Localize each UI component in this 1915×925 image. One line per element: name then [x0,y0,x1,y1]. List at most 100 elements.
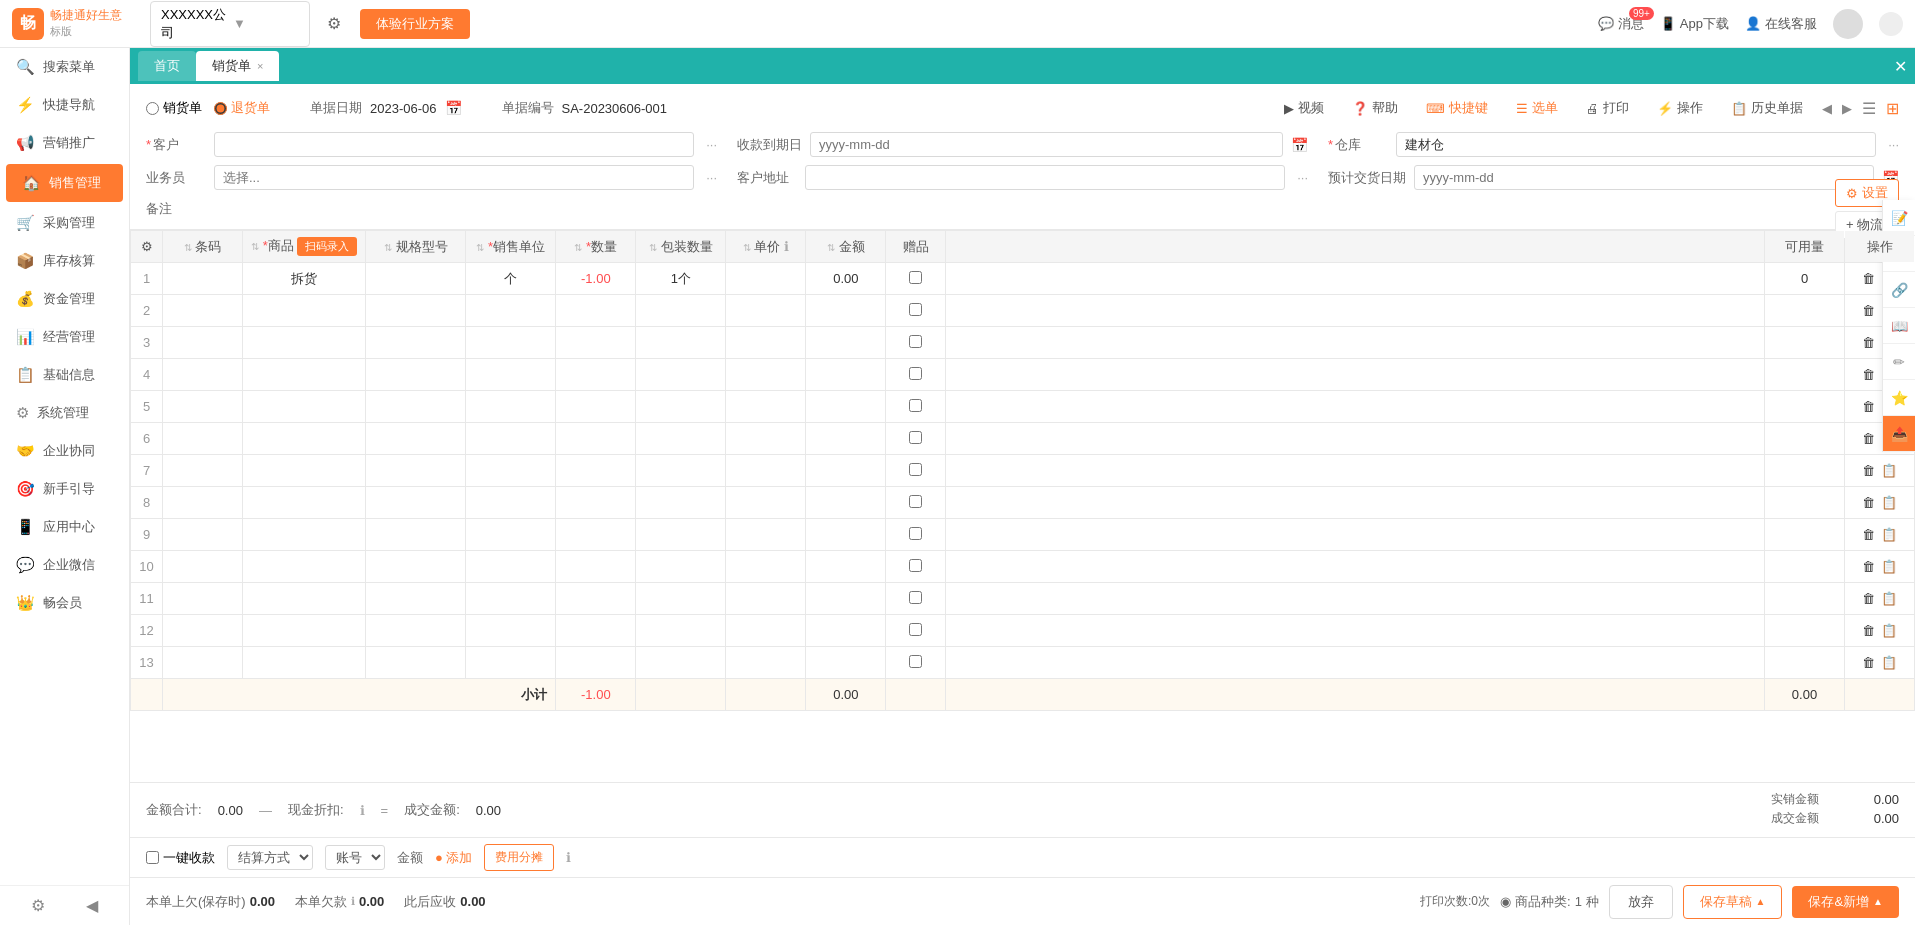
expense-split-btn[interactable]: 费用分摊 [484,844,554,871]
grid-view-icon[interactable]: ⊞ [1886,99,1899,118]
radio-return[interactable]: 退货单 [214,99,270,117]
row-spec[interactable] [366,263,466,295]
radio-sales-input[interactable] [146,102,159,115]
sidebar-item-enterprise[interactable]: 🤝 企业协同 [0,432,129,470]
due-date-input[interactable] [810,132,1283,157]
copy-icon[interactable]: 📋 [1881,623,1897,638]
help-btn[interactable]: ❓ 帮助 [1343,94,1407,122]
delete-icon[interactable]: 🗑 [1862,591,1875,606]
row-gift[interactable] [886,263,946,295]
copy-icon[interactable]: 📋 [1881,655,1897,670]
expected-date-input[interactable] [1414,165,1874,190]
delete-icon[interactable]: 🗑 [1862,559,1875,574]
gift-checkbox[interactable] [909,367,922,380]
rp-book-icon[interactable]: 📖 [1883,308,1915,344]
customer-addr-input[interactable] [805,165,1285,190]
row-amount[interactable]: 0.00 [806,263,886,295]
sidebar-item-quick-nav[interactable]: ⚡ 快捷导航 [0,86,129,124]
tabs-close-icon[interactable]: ✕ [1894,57,1907,76]
radio-return-input[interactable] [214,102,227,115]
delete-icon[interactable]: 🗑 [1862,527,1875,542]
sidebar-search[interactable]: 🔍 搜索菜单 [0,48,129,86]
company-selector[interactable]: XXXXXX公司 ▼ [150,1,310,47]
sidebar-item-purchase[interactable]: 🛒 采购管理 [0,204,129,242]
customer-dots[interactable]: ··· [706,137,717,152]
video-btn[interactable]: ▶ 视频 [1275,94,1333,122]
rp-edit-icon[interactable]: ✏ [1883,344,1915,380]
add-payment-btn[interactable]: ● 添加 [435,849,472,867]
date-calendar-icon[interactable]: 📅 [445,100,462,116]
one-click-checkbox[interactable] [146,851,159,864]
warehouse-input[interactable] [1396,132,1876,157]
gift-checkbox[interactable] [909,271,922,284]
delete-icon[interactable]: 🗑 [1862,431,1875,446]
gift-checkbox[interactable] [909,303,922,316]
tab-sales-order[interactable]: 销货单 × [196,51,279,81]
prev-icon[interactable]: ◀ [1822,101,1832,116]
gift-checkbox[interactable] [909,527,922,540]
discount-info-icon[interactable]: ℹ [360,803,365,818]
warehouse-dots[interactable]: ··· [1888,137,1899,152]
gift-checkbox[interactable] [909,623,922,636]
gift-checkbox[interactable] [909,463,922,476]
list-view-icon[interactable]: ☰ [1862,99,1876,118]
select-btn[interactable]: ☰ 选单 [1507,94,1567,122]
discard-button[interactable]: 放弃 [1609,885,1673,919]
user-menu-icon[interactable] [1879,12,1903,36]
sidebar-item-operations[interactable]: 📊 经营管理 [0,318,129,356]
addr-dots[interactable]: ··· [1297,170,1308,185]
customer-input[interactable] [214,132,694,157]
rp-star-icon[interactable]: ⭐ [1883,380,1915,416]
delete-icon[interactable]: 🗑 [1862,303,1875,318]
row-qty[interactable]: -1.00 [556,263,636,295]
gift-checkbox[interactable] [909,591,922,604]
sidebar-item-member[interactable]: 👑 畅会员 [0,584,129,622]
scan-button[interactable]: 扫码录入 [297,237,357,256]
gift-checkbox[interactable] [909,495,922,508]
app-download-btn[interactable]: 📱 App下载 [1660,15,1729,33]
salesperson-dots[interactable]: ··· [706,170,717,185]
sidebar-item-system[interactable]: ⚙ 系统管理 [0,394,129,432]
row-price[interactable] [726,263,806,295]
row-pkg-qty[interactable]: 1个 [636,263,726,295]
save-draft-button[interactable]: 保存草稿 ▲ [1683,885,1783,919]
account-select[interactable]: 账号 [325,845,385,870]
sidebar-item-app-center[interactable]: 📱 应用中心 [0,508,129,546]
gift-checkbox[interactable] [909,655,922,668]
one-click-pay-check[interactable]: 一键收款 [146,849,215,867]
delete-icon[interactable]: 🗑 [1862,655,1875,670]
salesperson-input[interactable] [214,165,694,190]
settings-icon[interactable]: ⚙ [318,8,350,40]
arrears-info-icon[interactable]: ℹ [351,895,355,908]
sidebar-item-finance[interactable]: 💰 资金管理 [0,280,129,318]
notes-input[interactable] [214,198,1899,219]
col-gear[interactable]: ⚙ [131,231,163,263]
row-barcode[interactable] [163,263,243,295]
copy-icon[interactable]: 📋 [1881,463,1897,478]
sidebar-item-inventory[interactable]: 📦 库存核算 [0,242,129,280]
delete-icon[interactable]: 🗑 [1862,623,1875,638]
sidebar-item-guide[interactable]: 🎯 新手引导 [0,470,129,508]
tab-close-icon[interactable]: × [257,60,263,72]
sidebar-item-marketing[interactable]: 📢 营销推广 [0,124,129,162]
sidebar-settings-icon[interactable]: ⚙ [31,896,45,915]
radio-sales[interactable]: 销货单 [146,99,202,117]
price-info-icon[interactable]: ℹ [784,239,789,254]
copy-icon[interactable]: 📋 [1881,495,1897,510]
print-btn[interactable]: 🖨 打印 [1577,94,1638,122]
history-btn[interactable]: 📋 历史单据 [1722,94,1812,122]
message-btn[interactable]: 💬 消息 99+ [1598,15,1644,33]
expense-info-icon[interactable]: ℹ [566,850,571,865]
next-icon[interactable]: ▶ [1842,101,1852,116]
delete-icon[interactable]: 🗑 [1862,271,1875,286]
copy-icon[interactable]: 📋 [1881,527,1897,542]
tab-home[interactable]: 首页 [138,51,196,81]
row-product[interactable]: 拆货 [243,263,366,295]
online-service-btn[interactable]: 👤 在线客服 [1745,15,1817,33]
copy-icon[interactable]: 📋 [1881,559,1897,574]
shortcut-btn[interactable]: ⌨ 快捷键 [1417,94,1497,122]
sidebar-collapse-icon[interactable]: ◀ [86,896,98,915]
sidebar-item-wechat[interactable]: 💬 企业微信 [0,546,129,584]
payment-method-select[interactable]: 结算方式 [227,845,313,870]
copy-icon[interactable]: 📋 [1881,591,1897,606]
